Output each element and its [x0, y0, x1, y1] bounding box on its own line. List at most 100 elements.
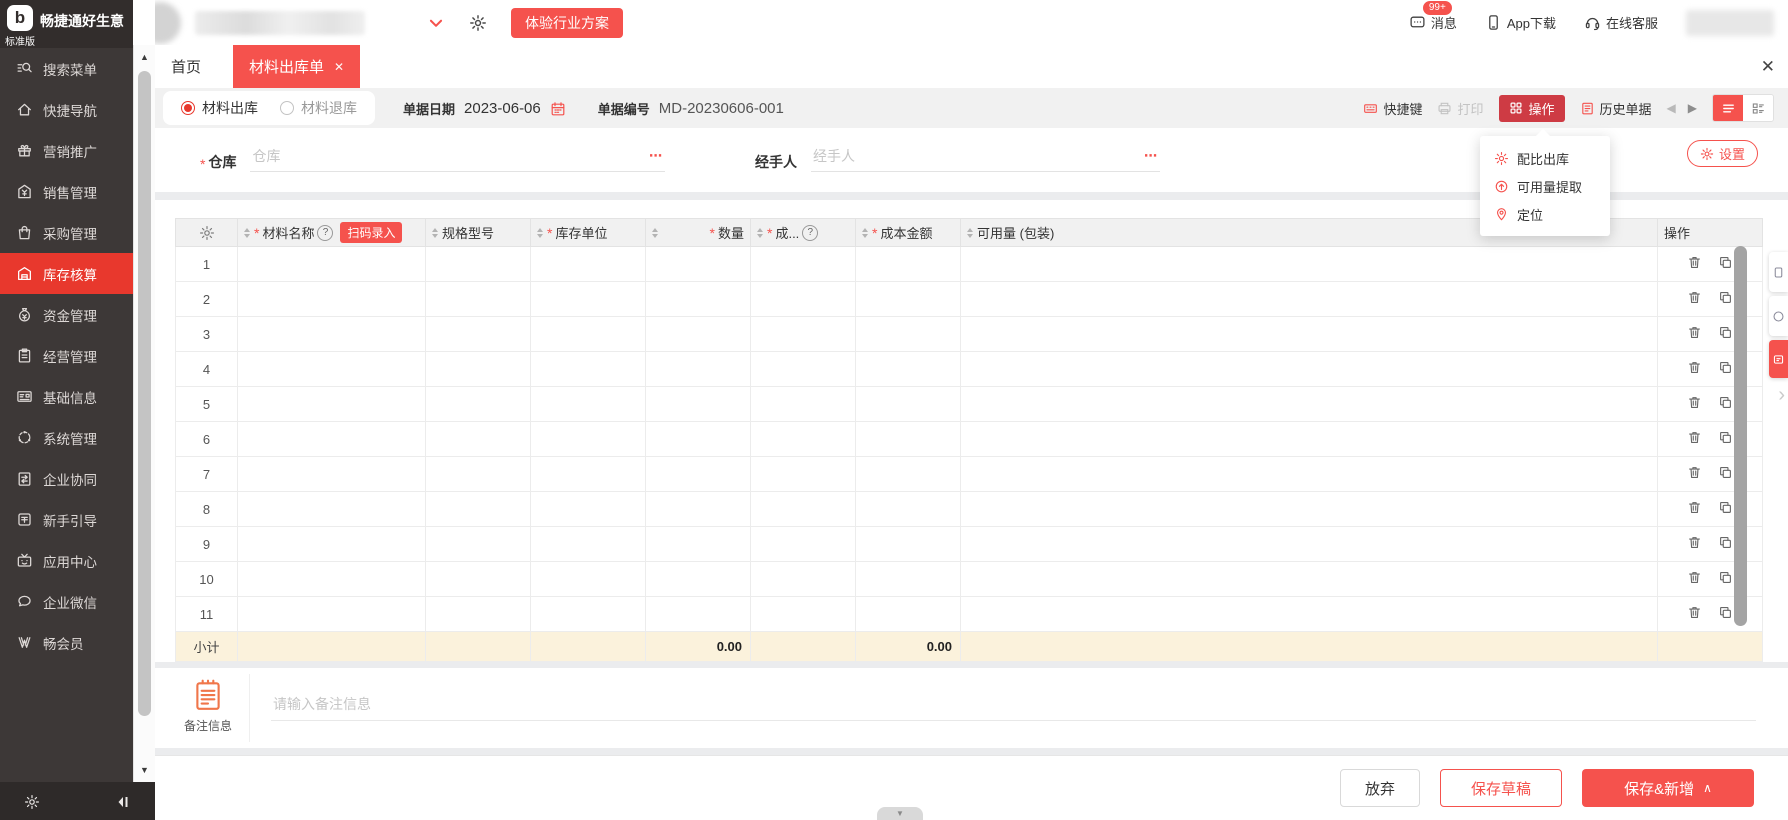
sidebar-collapse-icon[interactable]	[115, 792, 131, 809]
cell-name[interactable]	[237, 281, 426, 317]
panel-collapse-tab[interactable]: ▼	[877, 807, 923, 820]
cell-price[interactable]	[750, 281, 856, 317]
edge-widget-doc[interactable]	[1769, 252, 1788, 292]
edge-expand-chevron-icon[interactable]: ›	[1778, 384, 1785, 407]
cell-amount[interactable]	[855, 456, 961, 492]
cell-unit[interactable]	[530, 386, 646, 422]
remarks-input[interactable]	[271, 692, 1756, 721]
cell-name[interactable]	[237, 561, 426, 597]
sort-toggle[interactable]	[967, 227, 973, 238]
close-all-icon[interactable]: ✕	[1761, 45, 1775, 88]
cell-spec[interactable]	[425, 316, 531, 352]
sidebar-item-home[interactable]: 快捷导航	[0, 89, 133, 130]
cell-spec[interactable]	[425, 526, 531, 562]
cell-amount[interactable]	[855, 421, 961, 457]
cell-amount[interactable]	[855, 351, 961, 387]
cell-spec[interactable]	[425, 246, 531, 282]
cell-name[interactable]	[237, 456, 426, 492]
cell-unit[interactable]	[530, 351, 646, 387]
shortcut-keys-button[interactable]: 快捷键	[1363, 99, 1422, 118]
app-download-button[interactable]: App下载	[1485, 13, 1556, 32]
cell-price[interactable]	[750, 526, 856, 562]
copy-row-button[interactable]	[1718, 430, 1733, 445]
cell-qty[interactable]	[645, 386, 751, 422]
copy-row-button[interactable]	[1718, 465, 1733, 480]
cell-avail[interactable]	[960, 526, 1658, 562]
delete-row-button[interactable]	[1687, 465, 1702, 480]
sidebar-item-member[interactable]: 畅会员	[0, 622, 133, 663]
cell-avail[interactable]	[960, 281, 1658, 317]
cell-unit[interactable]	[530, 456, 646, 492]
table-scrollbar-thumb[interactable]	[1734, 246, 1747, 626]
tab-home[interactable]: 首页	[155, 45, 217, 88]
delete-row-button[interactable]	[1687, 360, 1702, 375]
cell-name[interactable]	[237, 421, 426, 457]
cell-spec[interactable]	[425, 491, 531, 527]
cell-price[interactable]	[750, 421, 856, 457]
scan-entry-button[interactable]: 扫码录入	[340, 222, 403, 243]
delete-row-button[interactable]	[1687, 500, 1702, 515]
cell-avail[interactable]	[960, 491, 1658, 527]
tab-material-outbound[interactable]: 材料出库单 ✕	[233, 45, 361, 88]
prev-doc-icon[interactable]: ◀	[1667, 101, 1676, 115]
sort-toggle[interactable]	[862, 227, 868, 238]
cell-price[interactable]	[750, 596, 856, 632]
delete-row-button[interactable]	[1687, 430, 1702, 445]
sidebar-item-gift[interactable]: 营销推广	[0, 130, 133, 171]
cell-amount[interactable]	[855, 316, 961, 352]
cell-avail[interactable]	[960, 351, 1658, 387]
warehouse-picker-ellipsis[interactable]: ⋯	[649, 148, 663, 164]
scroll-down-icon[interactable]: ▼	[134, 765, 155, 775]
cell-qty[interactable]	[645, 596, 751, 632]
cell-avail[interactable]	[960, 561, 1658, 597]
online-service-button[interactable]: 在线客服	[1584, 13, 1658, 32]
doc-number-value[interactable]: MD-20230606-001	[659, 100, 784, 117]
cell-spec[interactable]	[425, 351, 531, 387]
cell-qty[interactable]	[645, 561, 751, 597]
sidebar-item-clipboard[interactable]: 经营管理	[0, 335, 133, 376]
copy-row-button[interactable]	[1718, 395, 1733, 410]
cell-qty[interactable]	[645, 246, 751, 282]
sort-toggle[interactable]	[244, 227, 250, 238]
cell-spec[interactable]	[425, 281, 531, 317]
cell-qty[interactable]	[645, 281, 751, 317]
cell-unit[interactable]	[530, 281, 646, 317]
trial-plan-button[interactable]: 体验行业方案	[511, 7, 623, 38]
copy-row-button[interactable]	[1718, 255, 1733, 270]
copy-row-button[interactable]	[1718, 325, 1733, 340]
settings-button[interactable]: 设置	[1686, 140, 1758, 167]
delete-row-button[interactable]	[1687, 570, 1702, 585]
warehouse-input[interactable]	[250, 146, 665, 172]
cell-spec[interactable]	[425, 596, 531, 632]
edge-widget-service[interactable]	[1769, 296, 1788, 336]
messages-button[interactable]: 消息 99+	[1409, 0, 1457, 32]
handler-picker-ellipsis[interactable]: ⋯	[1144, 148, 1158, 164]
cell-price[interactable]	[750, 351, 856, 387]
card-view-button[interactable]	[1743, 95, 1773, 121]
operate-menu-item-pin[interactable]: 定位	[1480, 200, 1610, 228]
save-and-new-button[interactable]: 保存&新增 ∧	[1582, 769, 1754, 807]
delete-row-button[interactable]	[1687, 255, 1702, 270]
cell-amount[interactable]	[855, 596, 961, 632]
cell-name[interactable]	[237, 351, 426, 387]
cell-price[interactable]	[750, 456, 856, 492]
tab-close-icon[interactable]: ✕	[334, 60, 344, 74]
sidebar-scrollbar[interactable]: ▲ ▼	[133, 45, 155, 782]
cell-spec[interactable]	[425, 421, 531, 457]
cell-name[interactable]	[237, 596, 426, 632]
cell-price[interactable]	[750, 386, 856, 422]
scroll-up-icon[interactable]: ▲	[134, 52, 155, 62]
copy-row-button[interactable]	[1718, 290, 1733, 305]
cell-unit[interactable]	[530, 316, 646, 352]
cell-unit[interactable]	[530, 596, 646, 632]
calendar-icon[interactable]	[550, 99, 566, 116]
cell-avail[interactable]	[960, 596, 1658, 632]
radio-material-outbound[interactable]: 材料出库	[181, 98, 258, 118]
sort-toggle[interactable]	[537, 227, 543, 238]
cell-price[interactable]	[750, 246, 856, 282]
cell-name[interactable]	[237, 386, 426, 422]
sidebar-item-money[interactable]: 资金管理	[0, 294, 133, 335]
cell-unit[interactable]	[530, 246, 646, 282]
cell-amount[interactable]	[855, 386, 961, 422]
brand-logo[interactable]: b 畅捷通好生意 标准版	[0, 0, 155, 48]
